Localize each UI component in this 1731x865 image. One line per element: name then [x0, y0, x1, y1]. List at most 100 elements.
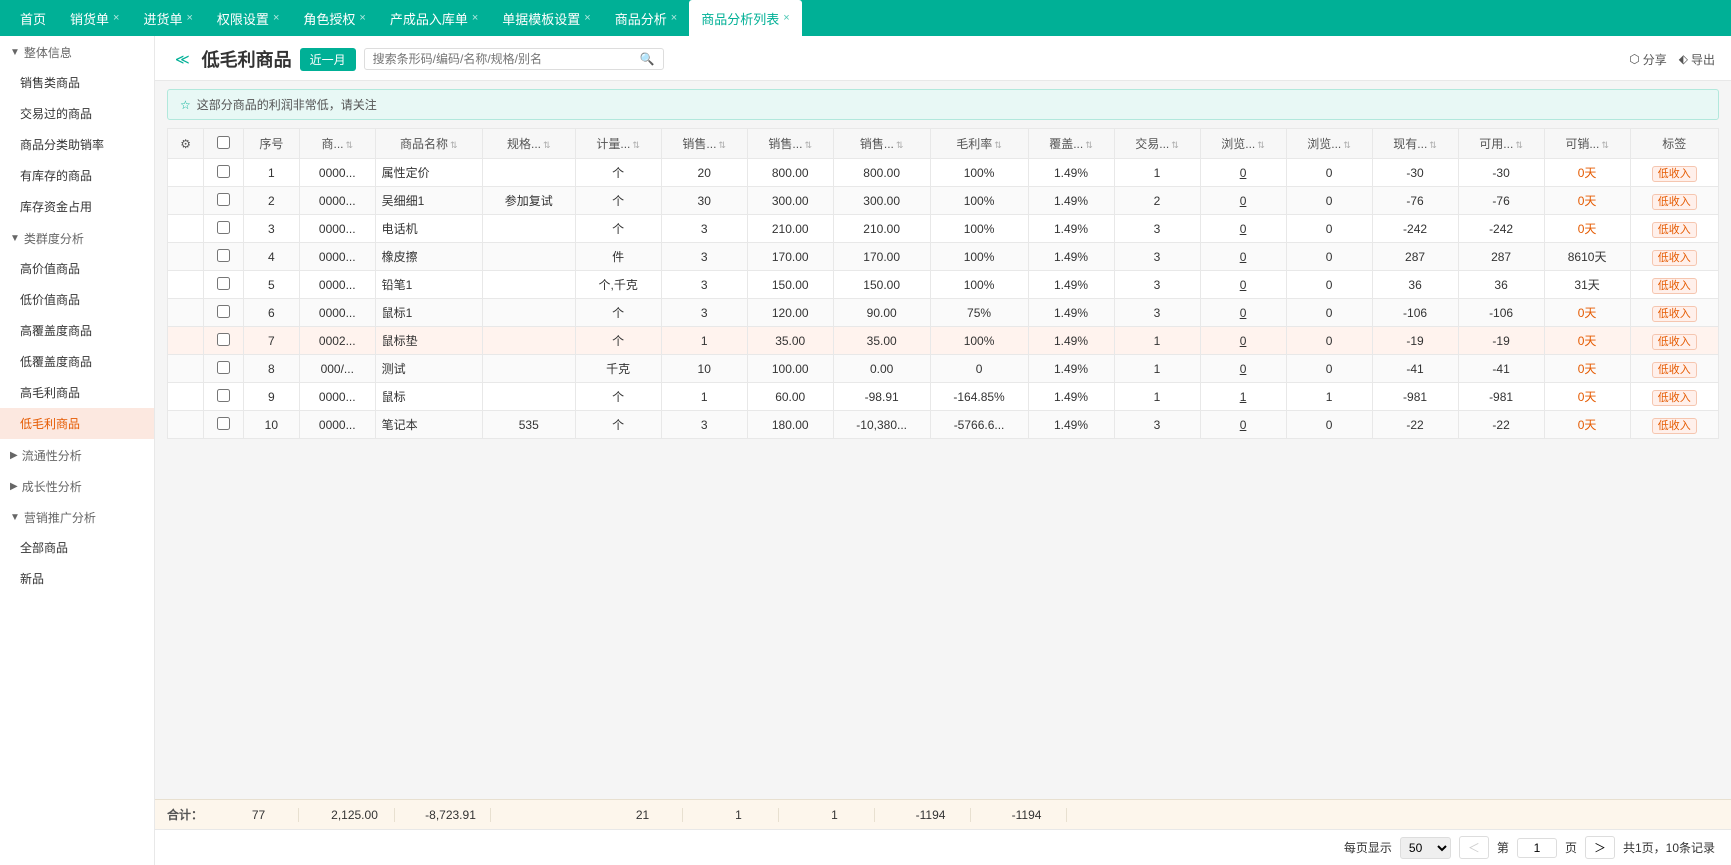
- cell-views1[interactable]: 0: [1200, 411, 1286, 439]
- col-sales-count[interactable]: 销售...⇅: [661, 129, 747, 159]
- sidebar-item-high-value[interactable]: 高价值商品: [0, 253, 154, 284]
- close-icon[interactable]: ×: [113, 12, 119, 24]
- sidebar-item-new-goods[interactable]: 新品: [0, 563, 154, 594]
- nav-item-analysis[interactable]: 商品分析 ×: [603, 0, 689, 36]
- cell-views1[interactable]: 0: [1200, 243, 1286, 271]
- sidebar-item-low-coverage[interactable]: 低覆盖度商品: [0, 346, 154, 377]
- row-checkbox[interactable]: [217, 417, 230, 430]
- close-icon[interactable]: ×: [359, 12, 365, 24]
- nav-item-products[interactable]: 产成品入库单 ×: [378, 0, 490, 36]
- nav-item-purchase[interactable]: 进货单 ×: [131, 0, 204, 36]
- close-icon[interactable]: ×: [186, 12, 192, 24]
- col-transactions[interactable]: 交易...⇅: [1114, 129, 1200, 159]
- nav-item-analysis-list[interactable]: 商品分析列表 ×: [689, 0, 801, 36]
- sidebar-collapse-button[interactable]: ≪: [171, 51, 194, 68]
- col-sales-amount[interactable]: 销售...⇅: [833, 129, 930, 159]
- search-input[interactable]: [373, 52, 640, 66]
- sidebar-group-marketing[interactable]: ▼ 营销推广分析: [0, 501, 154, 532]
- cell-views1[interactable]: 0: [1200, 299, 1286, 327]
- nav-item-home[interactable]: 首页: [8, 0, 58, 36]
- col-coverage[interactable]: 覆盖...⇅: [1028, 129, 1114, 159]
- filter-recent-month-button[interactable]: 近一月: [300, 48, 356, 71]
- cell-checkbox[interactable]: [204, 215, 244, 243]
- cell-checkbox[interactable]: [204, 383, 244, 411]
- cell-checkbox[interactable]: [204, 299, 244, 327]
- views1-link[interactable]: 1: [1240, 390, 1247, 404]
- cell-views1[interactable]: 0: [1200, 271, 1286, 299]
- cell-checkbox[interactable]: [204, 411, 244, 439]
- cell-views1[interactable]: 1: [1200, 383, 1286, 411]
- cell-checkbox[interactable]: [204, 159, 244, 187]
- sidebar-item-high-profit[interactable]: 高毛利商品: [0, 377, 154, 408]
- cell-checkbox[interactable]: [204, 355, 244, 383]
- export-button[interactable]: ⬖ 导出: [1679, 51, 1715, 68]
- views1-link[interactable]: 0: [1240, 194, 1247, 208]
- cell-checkbox[interactable]: [204, 187, 244, 215]
- close-icon[interactable]: ×: [472, 12, 478, 24]
- sidebar-group-cluster[interactable]: ▼ 类群度分析: [0, 222, 154, 253]
- sidebar-item-low-profit[interactable]: 低毛利商品: [0, 408, 154, 439]
- col-tag[interactable]: 标签: [1630, 129, 1718, 159]
- views1-link[interactable]: 0: [1240, 306, 1247, 320]
- views1-link[interactable]: 0: [1240, 278, 1247, 292]
- col-gross-margin[interactable]: 毛利率⇅: [930, 129, 1028, 159]
- row-checkbox[interactable]: [217, 333, 230, 346]
- select-all-checkbox[interactable]: [217, 136, 230, 149]
- close-icon[interactable]: ×: [273, 12, 279, 24]
- views1-link[interactable]: 0: [1240, 166, 1247, 180]
- views1-link[interactable]: 0: [1240, 334, 1247, 348]
- col-views2[interactable]: 浏览...⇅: [1286, 129, 1372, 159]
- close-icon[interactable]: ×: [584, 12, 590, 24]
- views1-link[interactable]: 0: [1240, 362, 1247, 376]
- col-code[interactable]: 商...⇅: [299, 129, 375, 159]
- col-sales-price[interactable]: 销售...⇅: [747, 129, 833, 159]
- row-checkbox[interactable]: [217, 277, 230, 290]
- cell-checkbox[interactable]: [204, 271, 244, 299]
- col-name[interactable]: 商品名称⇅: [375, 129, 482, 159]
- row-checkbox[interactable]: [217, 165, 230, 178]
- row-checkbox[interactable]: [217, 249, 230, 262]
- col-unit[interactable]: 计量...⇅: [575, 129, 661, 159]
- share-button[interactable]: ⬡ 分享: [1629, 51, 1667, 68]
- close-icon[interactable]: ×: [671, 12, 677, 24]
- col-settings[interactable]: ⚙: [168, 129, 204, 159]
- cell-checkbox[interactable]: [204, 243, 244, 271]
- sidebar-item-in-stock[interactable]: 有库存的商品: [0, 160, 154, 191]
- col-current-stock[interactable]: 现有...⇅: [1372, 129, 1458, 159]
- sidebar-item-low-value[interactable]: 低价值商品: [0, 284, 154, 315]
- views1-link[interactable]: 0: [1240, 250, 1247, 264]
- prev-page-button[interactable]: ＜: [1459, 836, 1489, 859]
- sidebar-item-stock-capital[interactable]: 库存资金占用: [0, 191, 154, 222]
- sidebar-item-category-rate[interactable]: 商品分类助销率: [0, 129, 154, 160]
- sidebar-item-sales-goods[interactable]: 销售类商品: [0, 67, 154, 98]
- cell-views1[interactable]: 0: [1200, 327, 1286, 355]
- col-sellable-days[interactable]: 可销...⇅: [1544, 129, 1630, 159]
- per-page-select[interactable]: 50 100 200: [1400, 837, 1451, 859]
- cell-views1[interactable]: 0: [1200, 355, 1286, 383]
- col-spec[interactable]: 规格...⇅: [482, 129, 575, 159]
- row-checkbox[interactable]: [217, 221, 230, 234]
- row-checkbox[interactable]: [217, 193, 230, 206]
- col-available-stock[interactable]: 可用...⇅: [1458, 129, 1544, 159]
- views1-link[interactable]: 0: [1240, 418, 1247, 432]
- col-views1[interactable]: 浏览...⇅: [1200, 129, 1286, 159]
- sidebar-group-overall[interactable]: ▼ 整体信息: [0, 36, 154, 67]
- sidebar-item-high-coverage[interactable]: 高覆盖度商品: [0, 315, 154, 346]
- cell-views1[interactable]: 0: [1200, 159, 1286, 187]
- views1-link[interactable]: 0: [1240, 222, 1247, 236]
- nav-item-sales[interactable]: 销货单 ×: [58, 0, 131, 36]
- col-checkbox[interactable]: [204, 129, 244, 159]
- cell-views1[interactable]: 0: [1200, 215, 1286, 243]
- nav-item-templates[interactable]: 单据模板设置 ×: [490, 0, 602, 36]
- sidebar-item-traded-goods[interactable]: 交易过的商品: [0, 98, 154, 129]
- next-page-button[interactable]: ＞: [1585, 836, 1615, 859]
- sidebar-group-flow[interactable]: ▶ 流通性分析: [0, 439, 154, 470]
- sidebar-item-all-goods[interactable]: 全部商品: [0, 532, 154, 563]
- search-box[interactable]: 🔍: [364, 48, 664, 70]
- cell-checkbox[interactable]: [204, 327, 244, 355]
- nav-item-roles[interactable]: 角色授权 ×: [291, 0, 377, 36]
- page-number-input[interactable]: [1517, 838, 1557, 858]
- nav-item-permissions[interactable]: 权限设置 ×: [205, 0, 291, 36]
- cell-views1[interactable]: 0: [1200, 187, 1286, 215]
- row-checkbox[interactable]: [217, 389, 230, 402]
